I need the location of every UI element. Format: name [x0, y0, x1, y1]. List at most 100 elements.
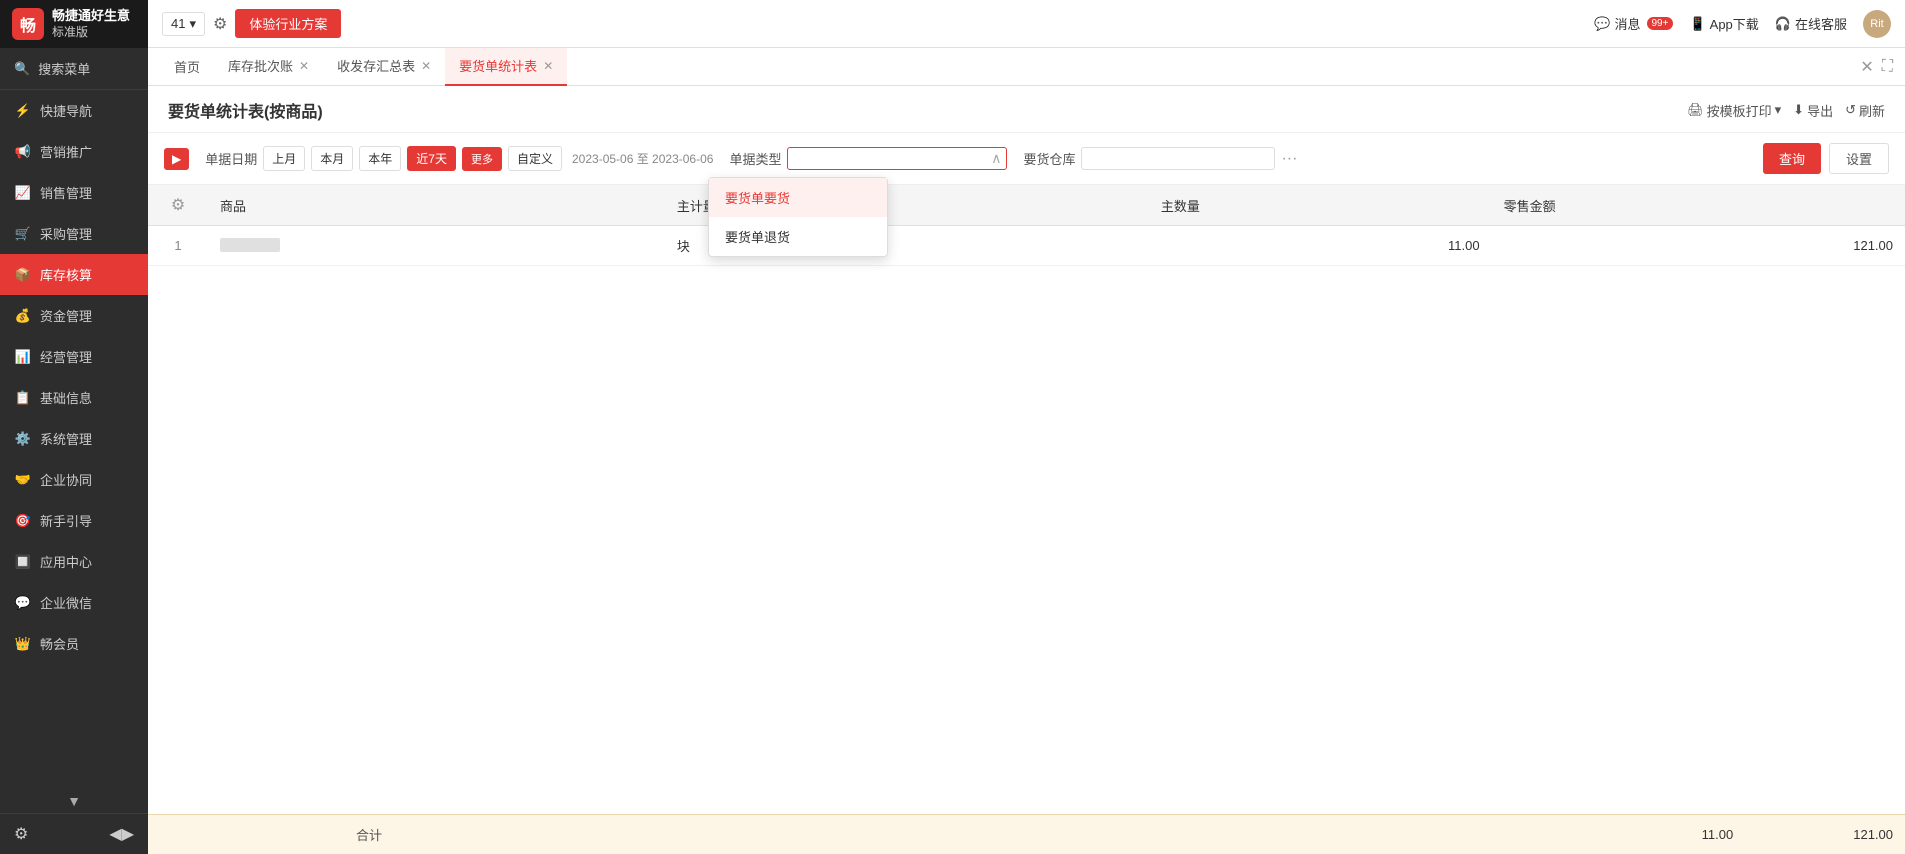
filter-expand-btn[interactable]: ▶ — [164, 148, 189, 170]
date-filter-label: 单据日期 — [205, 149, 257, 168]
tab-order-stat-close[interactable]: ✕ — [543, 59, 553, 73]
content-header: 要货单统计表(按商品) 🖨 按模板打印 ▾ ⬇ 导出 ↺ 刷新 — [148, 86, 1905, 133]
date-btn-this-month[interactable]: 本月 — [311, 146, 353, 171]
sales-icon: 📈 — [14, 184, 32, 202]
sidebar-scroll-down[interactable]: ▼ — [67, 793, 81, 809]
tab-batch[interactable]: 库存批次账 ✕ — [214, 48, 323, 86]
type-filter-group: 单据类型 ∧ — [729, 147, 1007, 170]
table-settings-icon[interactable]: ⚙ — [148, 185, 208, 226]
warehouse-filter-group: 要货仓库 ··· — [1023, 147, 1297, 170]
topbar: 41 ▾ ⚙ 体验行业方案 💬 消息 99+ 📱 App下载 🎧 在线客服 Ri… — [148, 0, 1905, 48]
page-title: 要货单统计表(按商品) — [168, 98, 323, 132]
sidebar-item-enterprise[interactable]: 🤝 企业协同 — [0, 459, 148, 500]
messages-badge: 99+ — [1647, 17, 1674, 30]
guide-icon: 🎯 — [14, 512, 32, 530]
footer-total-label: 合计 — [356, 825, 382, 844]
row-product — [208, 226, 665, 266]
refresh-btn[interactable]: ↺ 刷新 — [1845, 101, 1885, 120]
trial-btn[interactable]: 体验行业方案 — [235, 9, 341, 38]
sidebar-item-finance[interactable]: 💰 资金管理 — [0, 295, 148, 336]
date-btn-last-month[interactable]: 上月 — [263, 146, 305, 171]
sidebar-item-sales[interactable]: 📈 销售管理 — [0, 172, 148, 213]
type-filter-clear[interactable]: ∧ — [991, 150, 1001, 167]
type-filter-input[interactable] — [787, 147, 1007, 170]
collapse-icon[interactable]: ◀▶ — [109, 824, 134, 844]
date-filter-group: 单据日期 上月 本月 本年 近7天 更多 自定义 2023-05-06 至 20… — [205, 146, 713, 171]
refresh-icon: ↺ — [1845, 102, 1856, 118]
sidebar-item-system[interactable]: ⚙️ 系统管理 — [0, 418, 148, 459]
type-filter-label: 单据类型 — [729, 149, 781, 168]
type-input-wrapper: ∧ — [787, 147, 1007, 170]
tab-order-stat[interactable]: 要货单统计表 ✕ — [445, 48, 567, 86]
table-footer: 合计 11.00 121.00 — [148, 814, 1905, 854]
tabbar-right-icons: ✕ ⛶ — [1860, 57, 1893, 77]
main-area: 41 ▾ ⚙ 体验行业方案 💬 消息 99+ 📱 App下载 🎧 在线客服 Ri… — [148, 0, 1905, 854]
online-service-btn[interactable]: 🎧 在线客服 — [1775, 14, 1847, 33]
filter-bar: ▶ 单据日期 上月 本月 本年 近7天 更多 自定义 2023-05-06 至 … — [148, 133, 1905, 185]
row-qty: 11.00 — [1149, 226, 1492, 266]
topbar-gear-icon[interactable]: ⚙ — [213, 14, 227, 34]
settings-icon[interactable]: ⚙ — [14, 824, 28, 844]
chevron-down-icon: ▾ — [1775, 102, 1782, 118]
sidebar-search[interactable]: 🔍 搜索菜单 — [0, 48, 148, 90]
expand-tabs-icon[interactable]: ⛶ — [1882, 58, 1893, 76]
warehouse-filter-input[interactable] — [1081, 147, 1275, 170]
row-index: 1 — [148, 226, 208, 266]
logo-text: 畅捷通好生意 标准版 — [52, 8, 130, 40]
system-icon: ⚙️ — [14, 430, 32, 448]
chevron-down-icon: ▾ — [189, 16, 196, 32]
sidebar-item-basic[interactable]: 📋 基础信息 — [0, 377, 148, 418]
enterprise-icon: 🤝 — [14, 471, 32, 489]
dropdown-item-order-goods[interactable]: 要货单要货 — [709, 178, 887, 217]
date-btn-7days[interactable]: 近7天 — [407, 146, 456, 171]
sidebar-item-quick-nav[interactable]: ⚡ 快捷导航 — [0, 90, 148, 131]
app-download-btn[interactable]: 📱 App下载 — [1689, 14, 1758, 33]
footer-total-qty: 11.00 — [1702, 827, 1734, 842]
sidebar-item-appstore[interactable]: 🔲 应用中心 — [0, 541, 148, 582]
sidebar-item-inventory[interactable]: 📦 库存核算 — [0, 254, 148, 295]
date-btn-custom[interactable]: 自定义 — [508, 146, 562, 171]
sidebar: 畅 畅捷通好生意 标准版 🔍 搜索菜单 ⚡ 快捷导航 📢 营销推广 📈 销售管理… — [0, 0, 148, 854]
warehouse-more-icon[interactable]: ··· — [1281, 150, 1297, 168]
sidebar-item-vip[interactable]: 👑 畅会员 — [0, 623, 148, 664]
close-all-tabs-icon[interactable]: ✕ — [1860, 57, 1873, 77]
export-icon: ⬇ — [1793, 102, 1804, 118]
print-icon: 🖨 — [1687, 102, 1704, 118]
sidebar-item-marketing[interactable]: 📢 营销推广 — [0, 131, 148, 172]
user-avatar[interactable]: Rit — [1863, 10, 1891, 38]
finance-icon: 💰 — [14, 307, 32, 325]
headset-icon: 🎧 — [1775, 16, 1791, 32]
query-btn[interactable]: 查询 — [1763, 143, 1821, 174]
table-container: ⚙ 商品 主计量单位 主数量 零售金额 1 块 11 — [148, 185, 1905, 814]
table-row: 1 块 11.00 121.00 — [148, 226, 1905, 266]
purchase-icon: 🛒 — [14, 225, 32, 243]
dropdown-item-order-return[interactable]: 要货单退货 — [709, 217, 887, 256]
export-btn[interactable]: ⬇ 导出 — [1793, 101, 1833, 120]
topbar-right: 💬 消息 99+ 📱 App下载 🎧 在线客服 Rit — [1594, 10, 1891, 38]
message-icon: 💬 — [1594, 16, 1610, 32]
warehouse-filter-label: 要货仓库 — [1023, 149, 1075, 168]
settings-btn[interactable]: 设置 — [1829, 143, 1889, 174]
sidebar-bottom: ⚙ ◀▶ — [0, 813, 148, 854]
messages-btn[interactable]: 💬 消息 99+ — [1594, 14, 1673, 33]
sidebar-item-guide[interactable]: 🎯 新手引导 — [0, 500, 148, 541]
phone-icon: 📱 — [1689, 16, 1705, 32]
inventory-icon: 📦 — [14, 266, 32, 284]
date-btn-more[interactable]: 更多 — [462, 147, 502, 171]
tab-summary-close[interactable]: ✕ — [421, 59, 431, 73]
sidebar-item-purchase[interactable]: 🛒 采购管理 — [0, 213, 148, 254]
print-btn[interactable]: 🖨 按模板打印 ▾ — [1687, 101, 1781, 120]
date-btn-this-year[interactable]: 本年 — [359, 146, 401, 171]
sidebar-item-operation[interactable]: 📊 经营管理 — [0, 336, 148, 377]
sidebar-item-wechat[interactable]: 💬 企业微信 — [0, 582, 148, 623]
marketing-icon: 📢 — [14, 143, 32, 161]
topbar-left: 41 ▾ ⚙ 体验行业方案 — [162, 9, 1584, 38]
tab-home[interactable]: 首页 — [160, 48, 214, 86]
company-selector[interactable]: 41 ▾ — [162, 12, 205, 36]
tabbar: 首页 库存批次账 ✕ 收发存汇总表 ✕ 要货单统计表 ✕ ✕ ⛶ — [148, 48, 1905, 86]
tab-batch-close[interactable]: ✕ — [299, 59, 309, 73]
sidebar-logo: 畅 畅捷通好生意 标准版 — [0, 0, 148, 48]
appstore-icon: 🔲 — [14, 553, 32, 571]
tab-summary[interactable]: 收发存汇总表 ✕ — [323, 48, 445, 86]
quick-nav-icon: ⚡ — [14, 102, 32, 120]
